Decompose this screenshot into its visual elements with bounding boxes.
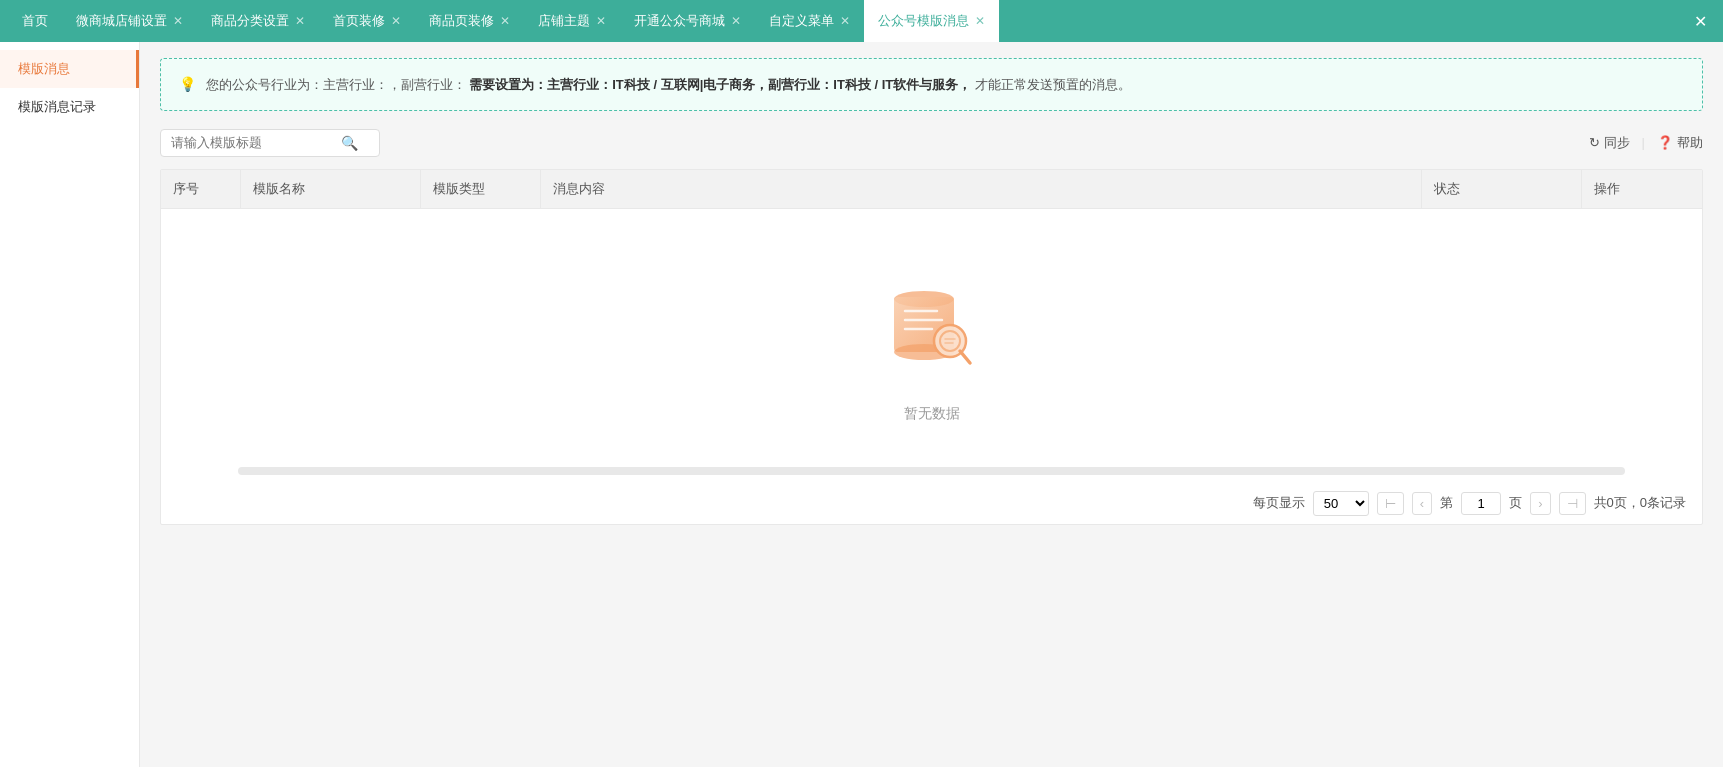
th-action: 操作 [1582, 170, 1702, 208]
search-input-wrapper[interactable]: 🔍 [160, 129, 380, 157]
main-content: 💡 您的公众号行业为：主营行业：，副营行业： 需要设置为：主营行业：IT科技 /… [140, 42, 1723, 767]
tab-micro-shop-label: 微商城店铺设置 [76, 12, 167, 30]
tab-custom-menu[interactable]: 自定义菜单 ✕ [755, 0, 864, 42]
th-status: 状态 [1422, 170, 1582, 208]
empty-illustration [872, 269, 992, 389]
notice-highlight: 需要设置为：主营行业：IT科技 / 互联网|电子商务，副营行业：IT科技 / I… [469, 77, 971, 92]
tab-home-decor[interactable]: 首页装修 ✕ [319, 0, 415, 42]
th-type: 模版类型 [421, 170, 541, 208]
empty-text: 暂无数据 [904, 405, 960, 423]
tab-product-category-close[interactable]: ✕ [295, 15, 305, 27]
first-page-button[interactable]: ⊢ [1377, 492, 1404, 515]
pagination: 每页显示 50 10 20 100 ⊢ ‹ 第 页 › ⊣ 共0页，0条记录 [161, 479, 1702, 524]
notice-prefix: 您的公众号行业为：主营行业：，副营行业： [206, 77, 466, 92]
tab-shop-theme-close[interactable]: ✕ [596, 15, 606, 27]
tab-home[interactable]: 首页 [8, 0, 62, 42]
tab-product-decor-label: 商品页装修 [429, 12, 494, 30]
next-page-button[interactable]: › [1530, 492, 1550, 515]
page-total: 共0页，0条记录 [1594, 494, 1686, 512]
tab-shop-theme-label: 店铺主题 [538, 12, 590, 30]
sync-button[interactable]: ↻ 同步 [1589, 134, 1630, 152]
tab-shop-theme[interactable]: 店铺主题 ✕ [524, 0, 620, 42]
search-button[interactable]: 🔍 [341, 135, 358, 151]
sidebar: 模版消息 模版消息记录 [0, 42, 140, 767]
tab-product-category[interactable]: 商品分类设置 ✕ [197, 0, 319, 42]
tab-open-mall[interactable]: 开通公众号商城 ✕ [620, 0, 755, 42]
tab-custom-menu-label: 自定义菜单 [769, 12, 834, 30]
search-input[interactable] [171, 135, 341, 150]
tab-home-label: 首页 [22, 12, 48, 30]
page-input[interactable] [1461, 492, 1501, 515]
help-label: 帮助 [1677, 134, 1703, 152]
tab-product-decor[interactable]: 商品页装修 ✕ [415, 0, 524, 42]
page-prefix: 第 [1440, 494, 1453, 512]
sidebar-item-template-message[interactable]: 模版消息 [0, 50, 139, 88]
per-page-label: 每页显示 [1253, 494, 1305, 512]
empty-state: 暂无数据 [161, 209, 1702, 463]
sidebar-item-template-message-log[interactable]: 模版消息记录 [0, 88, 139, 126]
data-table: 序号 模版名称 模版类型 消息内容 状态 操作 [160, 169, 1703, 525]
tab-template-msg-close[interactable]: ✕ [975, 15, 985, 27]
th-name: 模版名称 [241, 170, 421, 208]
tab-product-decor-close[interactable]: ✕ [500, 15, 510, 27]
notice-box: 💡 您的公众号行业为：主营行业：，副营行业： 需要设置为：主营行业：IT科技 /… [160, 58, 1703, 111]
sidebar-item-template-message-log-label: 模版消息记录 [18, 99, 96, 114]
th-content: 消息内容 [541, 170, 1422, 208]
sync-icon: ↻ [1589, 135, 1600, 150]
toolbar-right: ↻ 同步 | ❓ 帮助 [1589, 134, 1703, 152]
th-index: 序号 [161, 170, 241, 208]
table-header: 序号 模版名称 模版类型 消息内容 状态 操作 [161, 170, 1702, 209]
horizontal-scrollbar[interactable] [238, 467, 1625, 475]
notice-icon: 💡 [179, 76, 196, 92]
tab-bar: 首页 微商城店铺设置 ✕ 商品分类设置 ✕ 首页装修 ✕ 商品页装修 ✕ 店铺主… [0, 0, 1723, 42]
notice-suffix: 才能正常发送预置的消息。 [975, 77, 1131, 92]
help-icon: ❓ [1657, 135, 1673, 150]
main-layout: 模版消息 模版消息记录 💡 您的公众号行业为：主营行业：，副营行业： 需要设置为… [0, 42, 1723, 767]
tab-custom-menu-close[interactable]: ✕ [840, 15, 850, 27]
sync-label: 同步 [1604, 134, 1630, 152]
toolbar-divider: | [1642, 135, 1645, 150]
tab-product-category-label: 商品分类设置 [211, 12, 289, 30]
sidebar-item-template-message-label: 模版消息 [18, 61, 70, 76]
tab-open-mall-label: 开通公众号商城 [634, 12, 725, 30]
tab-home-decor-close[interactable]: ✕ [391, 15, 401, 27]
tab-micro-shop[interactable]: 微商城店铺设置 ✕ [62, 0, 197, 42]
page-suffix: 页 [1509, 494, 1522, 512]
last-page-button[interactable]: ⊣ [1559, 492, 1586, 515]
search-bar: 🔍 ↻ 同步 | ❓ 帮助 [160, 129, 1703, 157]
tab-bar-close-all[interactable]: ✕ [1686, 12, 1715, 31]
per-page-select[interactable]: 50 10 20 100 [1313, 491, 1369, 516]
tab-template-msg[interactable]: 公众号模版消息 ✕ [864, 0, 999, 42]
help-button[interactable]: ❓ 帮助 [1657, 134, 1703, 152]
tab-template-msg-label: 公众号模版消息 [878, 12, 969, 30]
tab-micro-shop-close[interactable]: ✕ [173, 15, 183, 27]
tab-home-decor-label: 首页装修 [333, 12, 385, 30]
svg-line-8 [960, 351, 970, 363]
tab-open-mall-close[interactable]: ✕ [731, 15, 741, 27]
prev-page-button[interactable]: ‹ [1412, 492, 1432, 515]
